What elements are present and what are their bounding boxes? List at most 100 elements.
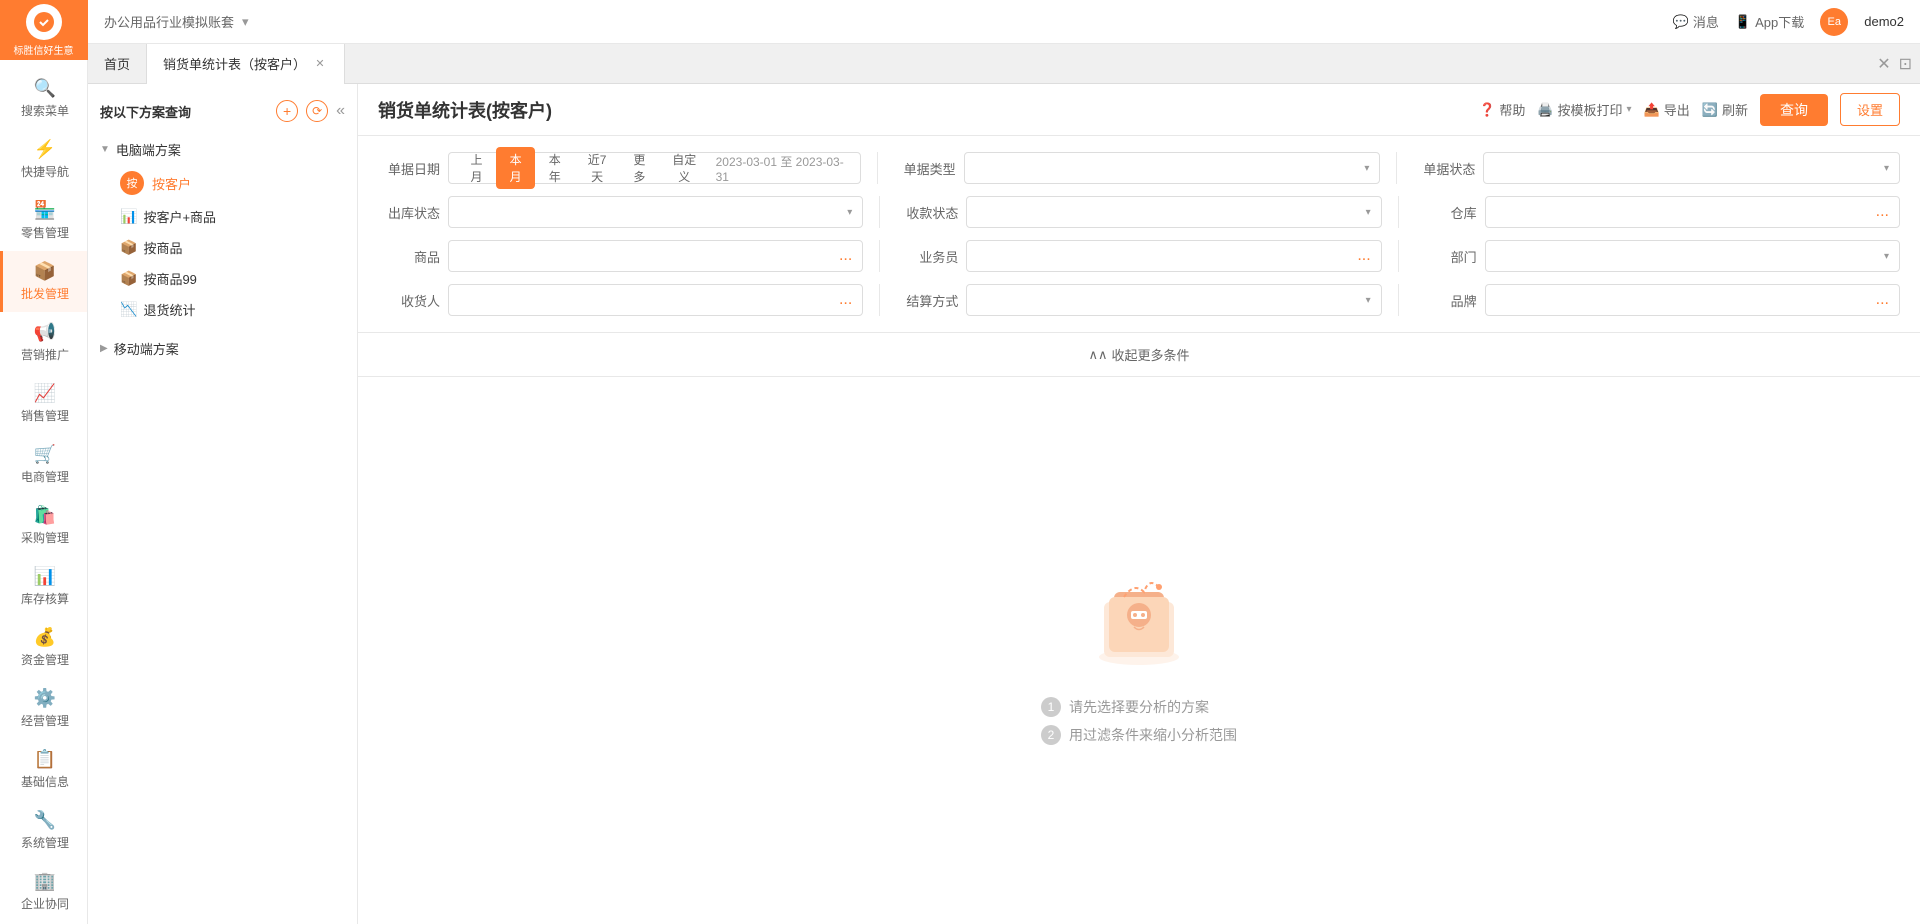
page-title: 销货单统计表(按客户) [378, 97, 552, 123]
consignee-input[interactable]: ... [448, 284, 863, 316]
header-left: 办公用品行业模拟账套 ▾ [104, 12, 249, 31]
settlement-select[interactable]: ▾ [966, 284, 1381, 316]
sidebar-item-purchase[interactable]: 🛍️ 采购管理 [0, 495, 87, 556]
collapse-label: 收起更多条件 [1112, 345, 1190, 364]
logo[interactable]: 标胜信好生意 [0, 0, 88, 60]
search-button[interactable]: 查询 [1760, 94, 1828, 126]
sidebar-item-sales[interactable]: 📈 销售管理 [0, 373, 87, 434]
consignee-label: 收货人 [378, 291, 448, 310]
tab-home[interactable]: 首页 [88, 44, 147, 84]
collapse-bar: ∧∧ 收起更多条件 [358, 333, 1920, 377]
stats-icon-1: 📊 [120, 208, 137, 225]
warehouse-dots[interactable]: ... [1876, 203, 1889, 221]
add-scheme-button[interactable]: + [276, 100, 298, 122]
collapse-up-icon: ∧∧ [1088, 347, 1107, 363]
tree-item-by-product[interactable]: 📦 按商品 [88, 232, 357, 263]
main-content: 办公用品行业模拟账套 ▾ 💬 消息 📱 App下载 Ea demo2 首页 销货… [88, 0, 1920, 924]
date-btn-this-month[interactable]: 本月 [496, 147, 535, 189]
right-content: 销货单统计表(按客户) ❓ 帮助 🖨️ 按模板打印 ▾ 📤 导出 [358, 84, 1920, 924]
date-btn-custom[interactable]: 自定义 [659, 147, 710, 189]
date-range-display: 2023-03-01 至 2023-03-31 [716, 153, 852, 184]
sidebar: 标胜信好生意 🔍 搜索菜单 ⚡ 快捷导航 🏪 零售管理 📦 批发管理 📢 营销推… [0, 0, 88, 924]
sidebar-item-system[interactable]: 🔧 系统管理 [0, 800, 87, 861]
receipt-status-select[interactable]: ▾ [966, 196, 1381, 228]
sidebar-item-label: 营销推广 [21, 346, 69, 363]
print-dropdown-icon[interactable]: ▾ [1627, 104, 1632, 115]
collapse-panel-icon[interactable]: « [336, 102, 345, 120]
date-label: 单据日期 [378, 159, 448, 178]
app-download-label: App下载 [1755, 12, 1804, 31]
refresh-scheme-icon[interactable]: ⟳ [306, 100, 328, 122]
refresh-button[interactable]: 🔄 刷新 [1702, 100, 1748, 119]
dropdown-arrow-icon[interactable]: ▾ [242, 14, 249, 30]
salesperson-input[interactable]: ... [966, 240, 1381, 272]
app-download-button[interactable]: 📱 App下载 [1735, 12, 1804, 31]
stats-tab-label: 销货单统计表（按客户） [163, 54, 306, 73]
date-btn-last-month[interactable]: 上月 [457, 147, 496, 189]
print-label: 按模板打印 [1558, 100, 1623, 119]
brand-input[interactable]: ... [1485, 284, 1900, 316]
sidebar-item-enterprise[interactable]: 🏢 企业协同 [0, 861, 87, 922]
tip-text-1: 请先选择要分析的方案 [1069, 697, 1209, 717]
message-button[interactable]: 💬 消息 [1673, 12, 1719, 31]
sidebar-item-basic[interactable]: 📋 基础信息 [0, 739, 87, 800]
goods-input[interactable]: ... [448, 240, 863, 272]
salesperson-dots[interactable]: ... [1357, 247, 1370, 265]
sidebar-item-marketing[interactable]: 📢 营销推广 [0, 312, 87, 373]
sidebar-item-ecommerce[interactable]: 🛒 电商管理 [0, 434, 87, 495]
maximize-window-icon[interactable]: ⊡ [1899, 54, 1912, 74]
tip-number-1: 1 [1041, 697, 1061, 717]
date-btn-7days[interactable]: 近7天 [574, 147, 620, 189]
date-btn-more[interactable]: 更多 [620, 147, 659, 189]
return-stats-label: 退货统计 [143, 300, 195, 319]
tree-item-by-customer-product[interactable]: 📊 按客户+商品 [88, 201, 357, 232]
doc-type-select[interactable]: ▾ [964, 152, 1381, 184]
consignee-dots[interactable]: ... [839, 291, 852, 309]
out-status-select[interactable]: ▾ [448, 196, 863, 228]
empty-state: 1 请先选择要分析的方案 2 用过滤条件来缩小分析范围 [358, 377, 1920, 924]
help-button[interactable]: ❓ 帮助 [1479, 100, 1525, 119]
print-button[interactable]: 🖨️ 按模板打印 ▾ [1537, 100, 1631, 119]
ecommerce-icon: 🛒 [34, 444, 56, 465]
logo-icon [26, 4, 62, 40]
title-actions: ❓ 帮助 🖨️ 按模板打印 ▾ 📤 导出 🔄 刷新 [1479, 93, 1900, 126]
department-label: 部门 [1415, 247, 1485, 266]
doc-status-select[interactable]: ▾ [1483, 152, 1900, 184]
doc-type-label: 单据类型 [894, 159, 964, 178]
export-icon: 📤 [1644, 102, 1660, 118]
warehouse-input[interactable]: ... [1485, 196, 1900, 228]
sidebar-item-wholesale[interactable]: 📦 批发管理 [0, 251, 87, 312]
brand-dots[interactable]: ... [1876, 291, 1889, 309]
sidebar-item-label: 采购管理 [21, 529, 69, 546]
tree-item-by-customer[interactable]: 按 按客户 [88, 165, 357, 201]
collapse-button[interactable]: ∧∧ 收起更多条件 [1072, 341, 1205, 368]
close-window-icon[interactable]: ✕ [1877, 54, 1890, 74]
sidebar-item-retail[interactable]: 🏪 零售管理 [0, 190, 87, 251]
sidebar-item-finance[interactable]: 💰 资金管理 [0, 617, 87, 678]
date-btn-this-year[interactable]: 本年 [535, 147, 574, 189]
tree-mobile-parent[interactable]: ▶ 移动端方案 [88, 333, 357, 364]
tip-text-2: 用过滤条件来缩小分析范围 [1069, 725, 1237, 745]
department-select[interactable]: ▾ [1485, 240, 1900, 272]
tree-section-desktop: ▼ 电脑端方案 按 按客户 📊 按客户+商品 📦 按商品 [88, 130, 357, 329]
sidebar-item-search[interactable]: 🔍 搜索菜单 [0, 68, 87, 129]
department-arrow-icon: ▾ [1884, 251, 1889, 262]
settings-button[interactable]: 设置 [1840, 93, 1900, 126]
tree-item-by-product99[interactable]: 📦 按商品99 [88, 263, 357, 294]
product-icon-1: 📦 [120, 239, 137, 256]
user-avatar[interactable]: Ea [1820, 8, 1848, 36]
logo-text: 标胜信好生意 [14, 42, 74, 57]
tab-stats[interactable]: 销货单统计表（按客户） ✕ [147, 44, 345, 84]
tree-desktop-parent[interactable]: ▼ 电脑端方案 [88, 134, 357, 165]
desktop-scheme-label: 电脑端方案 [116, 140, 181, 159]
separator-1 [877, 152, 878, 184]
goods-dots[interactable]: ... [839, 247, 852, 265]
sidebar-item-inventory[interactable]: 📊 库存核算 [0, 556, 87, 617]
export-button[interactable]: 📤 导出 [1644, 100, 1690, 119]
sidebar-item-operation[interactable]: ⚙️ 经营管理 [0, 678, 87, 739]
sidebar-item-quicknav[interactable]: ⚡ 快捷导航 [0, 129, 87, 190]
sidebar-item-label: 批发管理 [21, 285, 69, 302]
separator-5 [879, 240, 880, 272]
tree-item-return-stats[interactable]: 📉 退货统计 [88, 294, 357, 325]
tab-close-icon[interactable]: ✕ [312, 56, 328, 72]
